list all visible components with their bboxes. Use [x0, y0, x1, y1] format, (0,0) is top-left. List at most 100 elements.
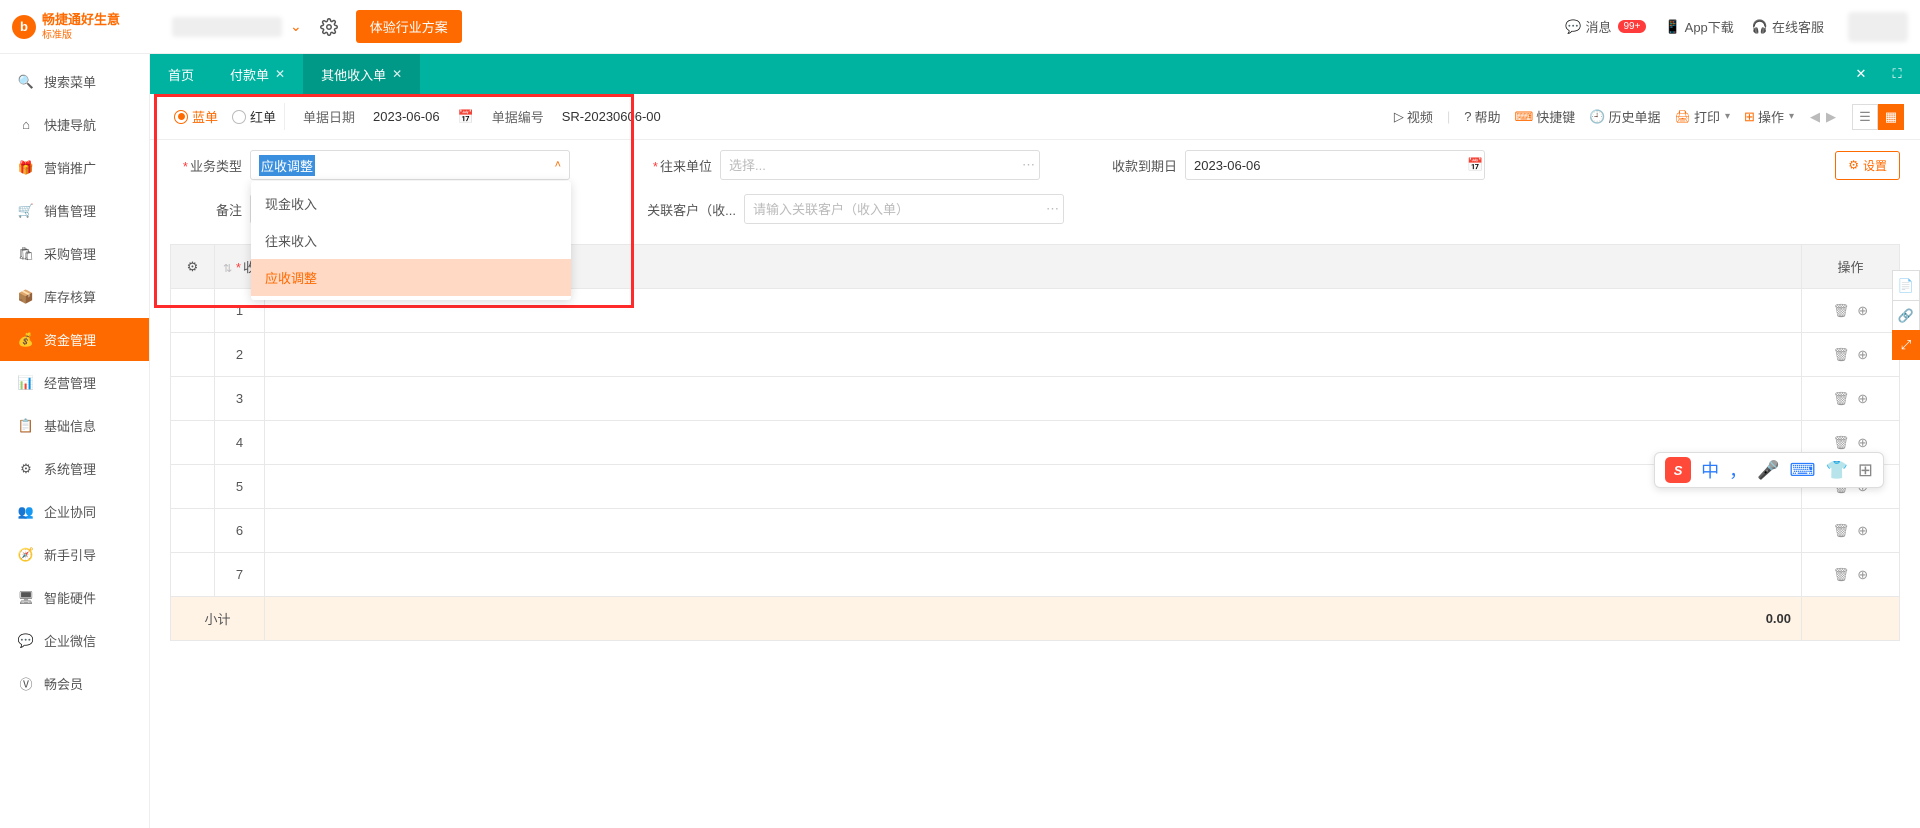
ime-menu-icon[interactable]: ⊞ — [1858, 460, 1873, 481]
tabs-close-all-button[interactable]: ✕ — [1846, 59, 1876, 89]
row-content[interactable] — [265, 377, 1802, 421]
biz-type-select[interactable]: 应收调整 ˄ 现金收入 往来收入 应收调整 — [250, 150, 570, 180]
tab-payment[interactable]: 付款单✕ — [212, 54, 303, 94]
row-content[interactable] — [265, 421, 1802, 465]
ime-keyboard-icon[interactable]: ⌨ — [1790, 460, 1816, 481]
row-handle[interactable] — [171, 509, 215, 553]
sidebar-item-label: 企业微信 — [44, 631, 96, 650]
dropdown-option-ar-income[interactable]: 往来收入 — [251, 222, 571, 259]
table-row[interactable]: 2🗑⊕ — [171, 333, 1900, 377]
sidebar-item-finance[interactable]: 💰资金管理 — [0, 318, 149, 361]
org-selector[interactable]: ⌄ — [172, 17, 302, 37]
table-row[interactable]: 6🗑⊕ — [171, 509, 1900, 553]
due-date-input[interactable] — [1185, 150, 1485, 180]
add-row-icon[interactable]: ⊕ — [1857, 391, 1868, 406]
row-content[interactable] — [265, 509, 1802, 553]
sidebar-item-wechat[interactable]: 💬企业微信 — [0, 619, 149, 662]
row-content[interactable] — [265, 465, 1802, 509]
sidebar-item-guide[interactable]: 🧭新手引导 — [0, 533, 149, 576]
ime-mic-icon[interactable]: 🎤 — [1757, 460, 1779, 481]
tabs-expand-button[interactable]: ⛶ — [1882, 59, 1912, 89]
history-link[interactable]: 🕘历史单据 — [1589, 107, 1660, 126]
sidebar-item-hardware[interactable]: 🖥智能硬件 — [0, 576, 149, 619]
ime-lang-indicator[interactable]: 中 — [1701, 457, 1719, 483]
close-icon[interactable]: ✕ — [392, 67, 402, 81]
user-avatar-blurred[interactable] — [1848, 12, 1908, 42]
sidebar-item-purchase[interactable]: 🛍采购管理 — [0, 232, 149, 275]
add-row-icon[interactable]: ⊕ — [1857, 347, 1868, 362]
sidebar-item-collab[interactable]: 👥企业协同 — [0, 490, 149, 533]
delete-row-icon[interactable]: 🗑 — [1833, 435, 1850, 450]
delete-row-icon[interactable]: 🗑 — [1833, 391, 1850, 406]
radio-red-doc[interactable]: 红单 — [232, 107, 276, 126]
online-service-link[interactable]: 🎧 在线客服 — [1752, 17, 1824, 36]
delete-row-icon[interactable]: 🗑 — [1833, 347, 1850, 362]
close-icon[interactable]: ✕ — [275, 67, 285, 81]
row-handle[interactable] — [171, 553, 215, 597]
table-row[interactable]: 7 🗑 ⊕ — [171, 553, 1900, 597]
sidebar-item-system[interactable]: ⚙系统管理 — [0, 447, 149, 490]
view-list-button[interactable]: ☰ — [1852, 104, 1878, 130]
partner-input[interactable] — [720, 150, 1040, 180]
ime-floating-bar[interactable]: S 中 ， 🎤 ⌨ 👕 ⊞ — [1654, 452, 1884, 488]
prev-doc-button[interactable]: ◀ — [1808, 107, 1822, 127]
wallet-icon: 💰 — [18, 332, 34, 348]
sidebar-item-basicinfo[interactable]: 📋基础信息 — [0, 404, 149, 447]
dropdown-option-ar-adjust[interactable]: 应收调整 — [251, 259, 571, 296]
form-settings-button[interactable]: ⚙设置 — [1835, 151, 1900, 180]
tab-label: 首页 — [168, 65, 194, 84]
row-content[interactable] — [265, 333, 1802, 377]
next-doc-button[interactable]: ▶ — [1824, 107, 1838, 127]
related-customer-input[interactable] — [744, 194, 1064, 224]
float-link-button[interactable]: 🔗 — [1892, 300, 1920, 330]
sidebar-item-quick-nav[interactable]: ⌂快捷导航 — [0, 103, 149, 146]
tab-other-income[interactable]: 其他收入单✕ — [303, 54, 420, 94]
chevron-up-icon: ˄ — [555, 159, 561, 171]
sidebar-item-operation[interactable]: 📊经营管理 — [0, 361, 149, 404]
radio-blue-doc[interactable]: 蓝单 — [174, 107, 218, 126]
add-row-icon[interactable]: ⊕ — [1857, 523, 1868, 538]
row-handle[interactable] — [171, 289, 215, 333]
add-row-icon[interactable]: ⊕ — [1857, 567, 1868, 582]
sidebar-item-inventory[interactable]: 📦库存核算 — [0, 275, 149, 318]
row-handle[interactable] — [171, 333, 215, 377]
view-form-button[interactable]: ▦ — [1878, 104, 1904, 130]
calendar-icon[interactable]: 📅 — [458, 109, 474, 125]
row-content[interactable] — [265, 553, 1802, 597]
row-handle[interactable] — [171, 465, 215, 509]
sidebar-item-search-menu[interactable]: 🔍搜索菜单 — [0, 60, 149, 103]
app-download-link[interactable]: 📱 App下载 — [1664, 17, 1733, 36]
history-icon: 🕘 — [1589, 109, 1605, 125]
help-link[interactable]: ?帮助 — [1464, 107, 1500, 126]
settings-gear-icon[interactable] — [320, 18, 338, 36]
ime-skin-icon[interactable]: 👕 — [1825, 460, 1847, 481]
video-link[interactable]: ▷视频 — [1394, 107, 1433, 126]
table-row[interactable]: 3🗑⊕ — [171, 377, 1900, 421]
delete-row-icon[interactable]: 🗑 — [1833, 567, 1850, 582]
table-row[interactable]: 4🗑⊕ — [171, 421, 1900, 465]
operate-link[interactable]: ⊞操作▾ — [1744, 107, 1794, 126]
ime-punct-indicator[interactable]: ， — [1729, 457, 1747, 483]
table-row[interactable]: 5🗑⊕ — [171, 465, 1900, 509]
row-index: 7 — [215, 553, 265, 597]
sidebar-item-member[interactable]: Ⓥ畅会员 — [0, 662, 149, 705]
shortcut-link[interactable]: ⌨快捷键 — [1515, 107, 1576, 126]
row-handle[interactable] — [171, 377, 215, 421]
add-row-icon[interactable]: ⊕ — [1857, 303, 1868, 318]
delete-row-icon[interactable]: 🗑 — [1833, 303, 1850, 318]
add-row-icon[interactable]: ⊕ — [1857, 435, 1868, 450]
trial-industry-button[interactable]: 体验行业方案 — [356, 10, 462, 43]
float-expand-button[interactable]: ⤢ — [1892, 330, 1920, 360]
calendar-icon[interactable]: 📅 — [1467, 157, 1483, 173]
doc-date-value[interactable]: 2023-06-06 — [373, 109, 440, 124]
table-settings-column[interactable]: ⚙ — [171, 245, 215, 289]
float-note-button[interactable]: 📄 — [1892, 270, 1920, 300]
tab-home[interactable]: 首页 — [150, 54, 212, 94]
dropdown-option-cash-income[interactable]: 现金收入 — [251, 185, 571, 222]
row-handle[interactable] — [171, 421, 215, 465]
sidebar-item-marketing[interactable]: 🎁营销推广 — [0, 146, 149, 189]
messages-link[interactable]: 💬 消息 99+ — [1565, 17, 1646, 36]
delete-row-icon[interactable]: 🗑 — [1833, 523, 1850, 538]
print-link[interactable]: 🖨打印▾ — [1674, 107, 1730, 126]
sidebar-item-sales[interactable]: 🛒销售管理 — [0, 189, 149, 232]
